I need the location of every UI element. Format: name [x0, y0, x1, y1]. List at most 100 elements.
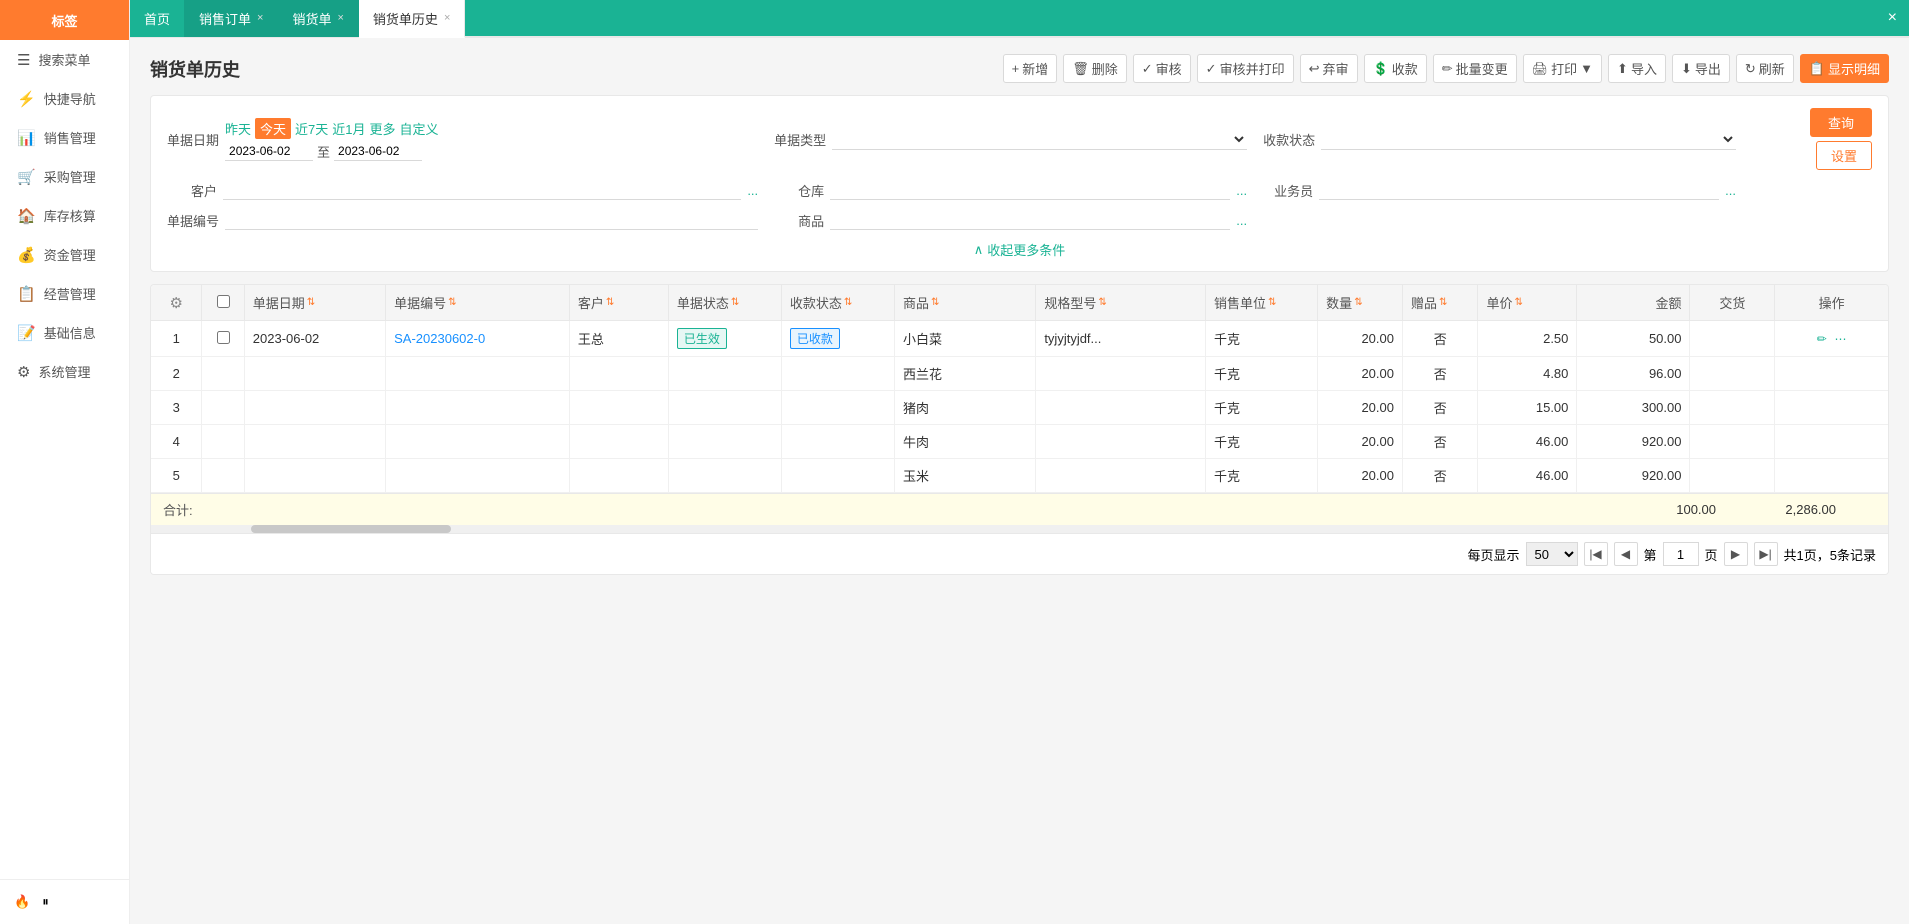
tab-sales-order[interactable]: 销售订单 × [185, 0, 278, 37]
page-input[interactable] [1663, 542, 1699, 566]
row-checkbox[interactable] [202, 425, 244, 459]
sidebar-item-purchase-mgmt[interactable]: 🛒 采购管理 [0, 157, 129, 196]
sidebar-item-quick-nav[interactable]: ⚡ 快捷导航 [0, 79, 129, 118]
table-row: 4 牛肉 千克 20.00 否 46.00 920.00 [151, 425, 1888, 459]
th-customer[interactable]: 客户 ⇅ [569, 285, 668, 321]
tab-home[interactable]: 首页 [130, 0, 185, 37]
row-code[interactable] [386, 391, 570, 425]
collapse-row[interactable]: ∧ 收起更多条件 [167, 240, 1872, 259]
th-recv-status[interactable]: 收款状态 ⇅ [781, 285, 894, 321]
type-select[interactable] [832, 128, 1247, 150]
today-shortcut[interactable]: 今天 [255, 118, 291, 139]
row-doc-status [668, 357, 781, 391]
row-checkbox[interactable] [202, 321, 244, 357]
first-page-button[interactable]: |◀ [1584, 542, 1608, 566]
row-checkbox[interactable] [202, 357, 244, 391]
sidebar-item-basic-info[interactable]: 📝 基础信息 [0, 313, 129, 352]
sidebar-item-finance[interactable]: 💰 资金管理 [0, 235, 129, 274]
custom-shortcut[interactable]: 自定义 [400, 119, 439, 138]
refresh-button[interactable]: ↻ 刷新 [1736, 54, 1794, 83]
audit-print-button[interactable]: ✓ 审核并打印 [1197, 54, 1294, 83]
sidebar-item-inventory[interactable]: 🏠 库存核算 [0, 196, 129, 235]
export-button[interactable]: ⬇ 导出 [1672, 54, 1730, 83]
sidebar-item-search-menu[interactable]: ☰ 搜索菜单 [0, 40, 129, 79]
yesterday-shortcut[interactable]: 昨天 [225, 119, 251, 138]
new-button[interactable]: + 新增 [1003, 54, 1058, 83]
collect-button[interactable]: 💲 收款 [1364, 54, 1427, 83]
sidebar-item-system[interactable]: ⚙ 系统管理 [0, 352, 129, 391]
table-settings-icon[interactable]: ⚙ [169, 295, 182, 312]
prev-page-button[interactable]: ◀ [1614, 542, 1638, 566]
per-page-select[interactable]: 50 100 [1526, 542, 1578, 566]
next-page-button[interactable]: ▶ [1724, 542, 1748, 566]
sidebar-item-sales-mgmt[interactable]: 📊 销售管理 [0, 118, 129, 157]
th-trade[interactable]: 交货 [1690, 285, 1775, 321]
th-amount[interactable]: 金额 [1577, 285, 1690, 321]
pause-icon[interactable]: ⏸ [42, 894, 49, 910]
print-button[interactable]: 🖨 打印 ▼ [1523, 54, 1602, 83]
main-table: ⚙ 单据日期 ⇅ 单据编号 [151, 285, 1888, 493]
th-goods[interactable]: 商品 ⇅ [894, 285, 1035, 321]
goods-ellipsis[interactable]: ... [1236, 213, 1247, 228]
customer-input[interactable] [223, 180, 741, 200]
horizontal-scrollbar[interactable] [151, 525, 1888, 533]
date-from-input[interactable] [225, 142, 313, 161]
select-all-checkbox[interactable] [217, 295, 230, 308]
warehouse-input[interactable] [830, 180, 1230, 200]
tab-sales-history-close[interactable]: × [444, 12, 450, 24]
row-action[interactable] [1775, 357, 1888, 391]
th-doc-status[interactable]: 单据状态 ⇅ [668, 285, 781, 321]
th-unit[interactable]: 销售单位 ⇅ [1205, 285, 1317, 321]
tab-sales-goods-close[interactable]: × [337, 12, 343, 24]
th-gift[interactable]: 赠品 ⇅ [1402, 285, 1477, 321]
more-action[interactable]: ⋯ [1834, 332, 1846, 346]
docno-input[interactable] [225, 210, 758, 230]
th-price[interactable]: 单价 ⇅ [1478, 285, 1577, 321]
row-code[interactable] [386, 459, 570, 493]
batch-change-button[interactable]: ✏ 批量变更 [1433, 54, 1517, 83]
set-button[interactable]: 设置 [1816, 141, 1872, 170]
row-code[interactable]: SA-20230602-0 [386, 321, 570, 357]
status-select[interactable] [1321, 128, 1736, 150]
row-action[interactable] [1775, 459, 1888, 493]
row-code[interactable] [386, 357, 570, 391]
tab-bar-close-all[interactable]: × [1876, 9, 1909, 27]
warehouse-ellipsis[interactable]: ... [1236, 183, 1247, 198]
import-button[interactable]: ⬆ 导入 [1608, 54, 1666, 83]
th-date[interactable]: 单据日期 ⇅ [244, 285, 385, 321]
show-detail-button[interactable]: 📋 显示明细 [1800, 54, 1889, 83]
last-page-button[interactable]: ▶| [1754, 542, 1778, 566]
th-checkbox[interactable] [202, 285, 244, 321]
th-code[interactable]: 单据编号 ⇅ [386, 285, 570, 321]
row-action[interactable] [1775, 425, 1888, 459]
abandon-button[interactable]: ↩ 弃审 [1300, 54, 1358, 83]
agent-ellipsis[interactable]: ... [1725, 183, 1736, 198]
row-action[interactable]: ✏ ⋯ [1775, 321, 1888, 357]
sidebar-item-operation[interactable]: 📋 经营管理 [0, 274, 129, 313]
row-checkbox[interactable] [202, 391, 244, 425]
scrollbar-thumb[interactable] [251, 525, 451, 533]
query-button[interactable]: 查询 [1810, 108, 1872, 137]
row-code[interactable] [386, 425, 570, 459]
edit-action[interactable]: ✏ [1817, 332, 1827, 346]
date-to-input[interactable] [334, 142, 422, 161]
audit-button[interactable]: ✓ 审核 [1133, 54, 1191, 83]
th-settings[interactable]: ⚙ [151, 285, 202, 321]
goods-input[interactable] [830, 210, 1230, 230]
customer-ellipsis[interactable]: ... [747, 183, 758, 198]
th-spec[interactable]: 规格型号 ⇅ [1036, 285, 1206, 321]
fire-icon[interactable]: 🔥 [14, 894, 30, 910]
row-amount: 96.00 [1577, 357, 1690, 391]
tab-sales-history[interactable]: 销货单历史 × [359, 0, 465, 38]
row-action[interactable] [1775, 391, 1888, 425]
week-shortcut[interactable]: 近7天 [295, 119, 328, 138]
th-qty[interactable]: 数量 ⇅ [1318, 285, 1403, 321]
tab-sales-order-close[interactable]: × [257, 12, 263, 24]
doc-code-link[interactable]: SA-20230602-0 [394, 331, 485, 346]
tab-sales-goods[interactable]: 销货单 × [278, 0, 358, 37]
agent-input[interactable] [1319, 180, 1719, 200]
delete-button[interactable]: 🗑 删除 [1063, 54, 1127, 83]
row-checkbox[interactable] [202, 459, 244, 493]
month-shortcut[interactable]: 近1月 [332, 119, 365, 138]
more-shortcut[interactable]: 更多 [370, 119, 396, 138]
